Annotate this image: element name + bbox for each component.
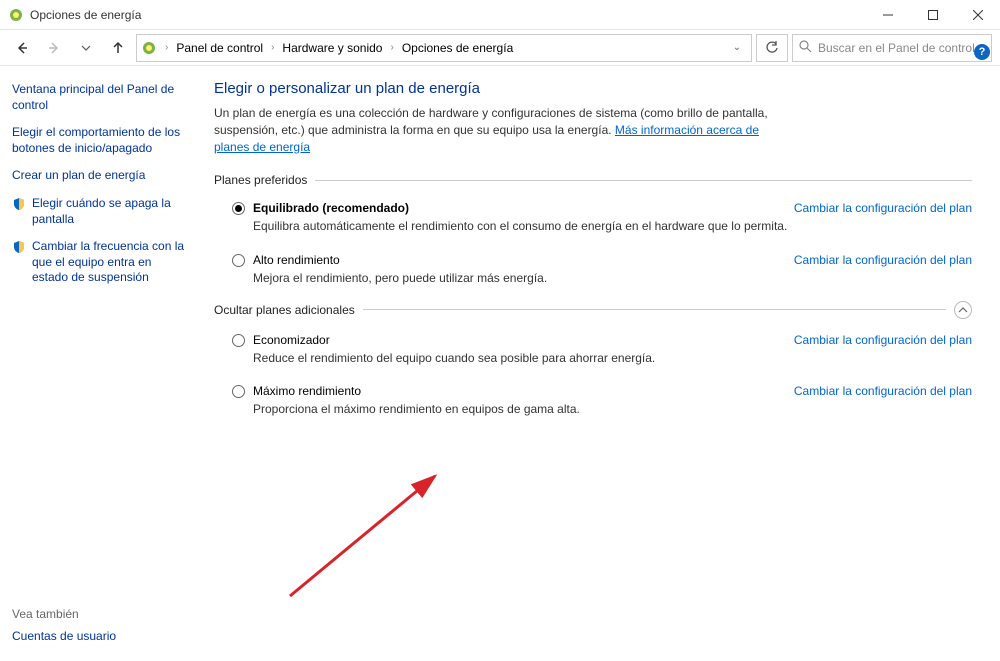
additional-plans-header[interactable]: Ocultar planes adicionales [214, 301, 972, 319]
plan-description: Proporciona el máximo rendimiento en equ… [214, 400, 972, 432]
sidebar-link-display-off[interactable]: Elegir cuándo se apaga la pantalla [12, 196, 188, 227]
change-plan-link[interactable]: Cambiar la configuración del plan [794, 253, 972, 267]
sidebar-link-sleep[interactable]: Cambiar la frecuencia con la que el equi… [12, 239, 188, 286]
sidebar-link-main[interactable]: Ventana principal del Panel de control [12, 82, 188, 113]
see-also-heading: Vea también [12, 607, 188, 621]
minimize-button[interactable] [865, 0, 910, 30]
plan-description: Reduce el rendimiento del equipo cuando … [214, 349, 972, 381]
plan-name[interactable]: Equilibrado (recomendado) [253, 201, 409, 215]
chevron-right-icon[interactable]: › [386, 42, 397, 53]
change-plan-link[interactable]: Cambiar la configuración del plan [794, 333, 972, 347]
power-options-icon [141, 40, 157, 56]
main-content: Elegir o personalizar un plan de energía… [200, 66, 1000, 661]
sidebar-link-label: Elegir cuándo se apaga la pantalla [32, 196, 188, 227]
forward-button[interactable] [40, 34, 68, 62]
plan-name[interactable]: Economizador [253, 333, 330, 347]
sidebar-link-buttons[interactable]: Elegir el comportamiento de los botones … [12, 125, 188, 156]
group-label: Planes preferidos [214, 173, 307, 187]
plan-name[interactable]: Alto rendimiento [253, 253, 340, 267]
shield-icon [12, 197, 26, 211]
group-label: Ocultar planes adicionales [214, 303, 355, 317]
page-heading: Elegir o personalizar un plan de energía [214, 80, 972, 97]
breadcrumb-item[interactable]: Opciones de energía [398, 35, 517, 61]
nav-row: › Panel de control › Hardware y sonido ›… [0, 30, 1000, 66]
address-bar[interactable]: › Panel de control › Hardware y sonido ›… [136, 34, 752, 62]
search-icon [799, 40, 812, 56]
body: Ventana principal del Panel de control E… [0, 66, 1000, 661]
chevron-up-icon [958, 305, 968, 315]
up-button[interactable] [104, 34, 132, 62]
breadcrumb-item[interactable]: Hardware y sonido [278, 35, 386, 61]
chevron-right-icon[interactable]: › [267, 42, 278, 53]
sidebar: Ventana principal del Panel de control E… [0, 66, 200, 661]
plan-name[interactable]: Máximo rendimiento [253, 384, 361, 398]
page-description: Un plan de energía es una colección de h… [214, 105, 774, 155]
address-dropdown[interactable]: ⌄ [727, 42, 747, 53]
shield-icon [12, 240, 26, 254]
plan-description: Mejora el rendimiento, pero puede utiliz… [214, 269, 972, 301]
titlebar: Opciones de energía [0, 0, 1000, 30]
refresh-button[interactable] [756, 34, 788, 62]
help-icon[interactable]: ? [974, 44, 990, 60]
window-title: Opciones de energía [30, 8, 865, 22]
change-plan-link[interactable]: Cambiar la configuración del plan [794, 384, 972, 398]
annotation-arrow [280, 466, 460, 606]
sidebar-link-create-plan[interactable]: Crear un plan de energía [12, 168, 188, 184]
preferred-plans-header: Planes preferidos [214, 173, 972, 187]
divider [315, 180, 972, 181]
plan-radio[interactable] [232, 334, 245, 347]
divider [363, 309, 946, 310]
sidebar-link-label: Cambiar la frecuencia con la que el equi… [32, 239, 188, 286]
recent-dropdown[interactable] [72, 34, 100, 62]
plan-radio[interactable] [232, 254, 245, 267]
change-plan-link[interactable]: Cambiar la configuración del plan [794, 201, 972, 215]
search-box[interactable] [792, 34, 992, 62]
breadcrumb-item[interactable]: Panel de control [172, 35, 267, 61]
sidebar-link-user-accounts[interactable]: Cuentas de usuario [12, 629, 188, 645]
plan-row-alto-rendimiento: Alto rendimiento Cambiar la configuració… [214, 249, 972, 269]
search-input[interactable] [818, 41, 985, 55]
chevron-right-icon[interactable]: › [161, 42, 172, 53]
plan-row-equilibrado: Equilibrado (recomendado) Cambiar la con… [214, 197, 972, 217]
plan-row-economizador: Economizador Cambiar la configuración de… [214, 329, 972, 349]
close-button[interactable] [955, 0, 1000, 30]
plan-radio[interactable] [232, 202, 245, 215]
back-button[interactable] [8, 34, 36, 62]
plan-radio[interactable] [232, 385, 245, 398]
power-options-icon [8, 7, 24, 23]
plan-row-maximo-rendimiento: Máximo rendimiento Cambiar la configurac… [214, 380, 972, 400]
collapse-toggle[interactable] [954, 301, 972, 319]
plan-description: Equilibra automáticamente el rendimiento… [214, 217, 972, 249]
maximize-button[interactable] [910, 0, 955, 30]
